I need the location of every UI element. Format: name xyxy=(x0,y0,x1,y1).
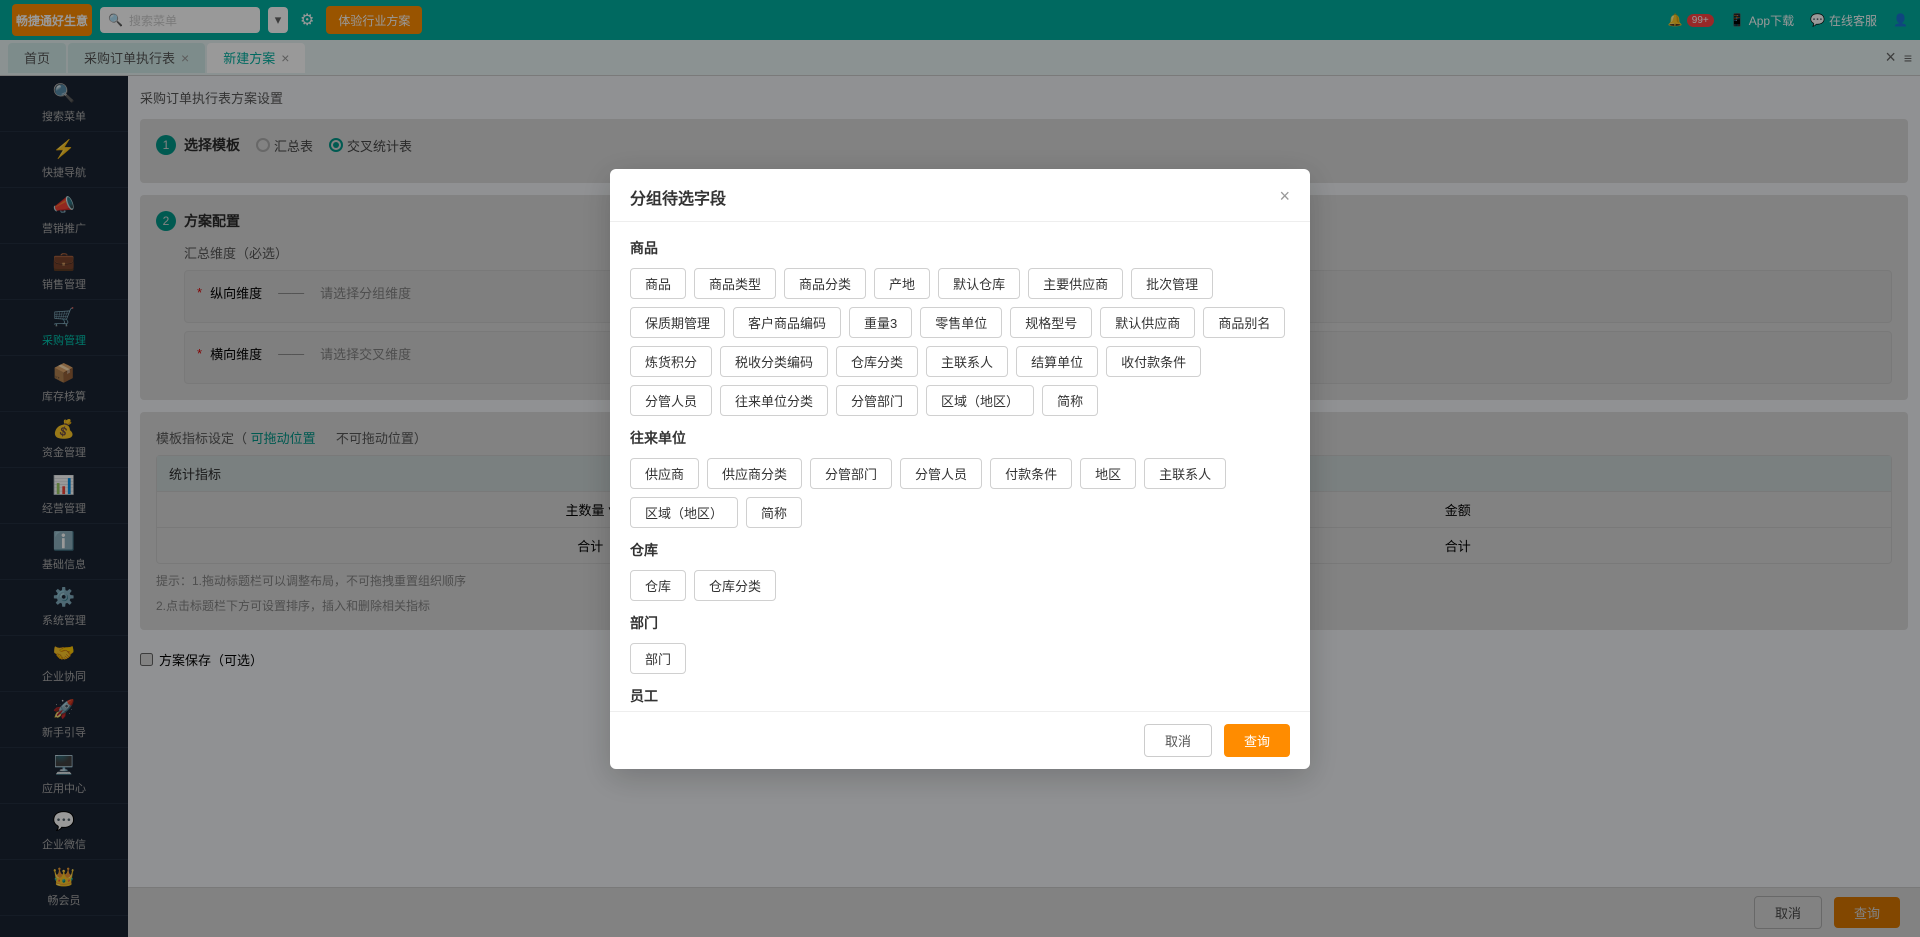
field-tag-retail-unit[interactable]: 零售单位 xyxy=(920,307,1002,338)
section-title-counterpart: 往来单位 xyxy=(630,428,1290,448)
field-select-modal: 分组待选字段 × 商品 商品 商品类型 商品分类 产地 默认仓库 主要供应商 批… xyxy=(610,169,1310,769)
field-tag-customer-code[interactable]: 客户商品编码 xyxy=(733,307,841,338)
goods-fields: 商品 商品类型 商品分类 产地 默认仓库 主要供应商 批次管理 保质期管理 客户… xyxy=(630,268,1290,416)
field-tag-weight[interactable]: 重量3 xyxy=(849,307,912,338)
field-tag-supplier[interactable]: 供应商 xyxy=(630,458,699,489)
section-title-warehouse: 仓库 xyxy=(630,540,1290,560)
field-tag-settlement-unit[interactable]: 结算单位 xyxy=(1016,346,1098,377)
field-tag-supervisor-dept[interactable]: 分管部门 xyxy=(810,458,892,489)
section-title-employee: 员工 xyxy=(630,686,1290,706)
field-tag-dept[interactable]: 分管部门 xyxy=(836,385,918,416)
field-tag-refine-points[interactable]: 炼货积分 xyxy=(630,346,712,377)
field-tag-default-warehouse[interactable]: 默认仓库 xyxy=(938,268,1020,299)
field-tag-origin[interactable]: 产地 xyxy=(874,268,930,299)
field-tag-abbr-goods[interactable]: 简称 xyxy=(1042,385,1098,416)
field-tag-main-supplier[interactable]: 主要供应商 xyxy=(1028,268,1123,299)
field-tag-main-contact2[interactable]: 主联系人 xyxy=(1144,458,1226,489)
field-tag-goods-type[interactable]: 商品类型 xyxy=(694,268,776,299)
field-tag-supervisor-person[interactable]: 分管人员 xyxy=(900,458,982,489)
field-tag-region-goods[interactable]: 区域（地区） xyxy=(926,385,1034,416)
field-tag-default-supplier[interactable]: 默认供应商 xyxy=(1100,307,1195,338)
modal-title: 分组待选字段 xyxy=(630,185,726,209)
field-tag-warehouse-category[interactable]: 仓库分类 xyxy=(836,346,918,377)
field-tag-goods[interactable]: 商品 xyxy=(630,268,686,299)
field-tag-tax-code[interactable]: 税收分类编码 xyxy=(720,346,828,377)
warehouse-fields: 仓库 仓库分类 xyxy=(630,570,1290,601)
field-tag-goods-alias[interactable]: 商品别名 xyxy=(1203,307,1285,338)
field-tag-warehouse-cat[interactable]: 仓库分类 xyxy=(694,570,776,601)
field-tag-counterpart-category[interactable]: 往来单位分类 xyxy=(720,385,828,416)
field-tag-expiry[interactable]: 保质期管理 xyxy=(630,307,725,338)
field-tag-goods-category[interactable]: 商品分类 xyxy=(784,268,866,299)
field-tag-supplier-category[interactable]: 供应商分类 xyxy=(707,458,802,489)
modal-footer: 取消 查询 xyxy=(610,711,1310,769)
field-tag-supervisor[interactable]: 分管人员 xyxy=(630,385,712,416)
section-title-goods: 商品 xyxy=(630,238,1290,258)
field-tag-warehouse[interactable]: 仓库 xyxy=(630,570,686,601)
field-tag-region-counterpart[interactable]: 区域（地区） xyxy=(630,497,738,528)
counterpart-fields: 供应商 供应商分类 分管部门 分管人员 付款条件 地区 主联系人 区域（地区） … xyxy=(630,458,1290,528)
modal-cancel-btn[interactable]: 取消 xyxy=(1144,724,1212,757)
field-tag-payment-terms[interactable]: 收付款条件 xyxy=(1106,346,1201,377)
field-tag-batch[interactable]: 批次管理 xyxy=(1131,268,1213,299)
modal-overlay: 分组待选字段 × 商品 商品 商品类型 商品分类 产地 默认仓库 主要供应商 批… xyxy=(0,0,1920,937)
section-title-dept: 部门 xyxy=(630,613,1290,633)
field-tag-spec[interactable]: 规格型号 xyxy=(1010,307,1092,338)
field-tag-area[interactable]: 地区 xyxy=(1080,458,1136,489)
dept-fields: 部门 xyxy=(630,643,1290,674)
field-tag-main-contact[interactable]: 主联系人 xyxy=(926,346,1008,377)
modal-confirm-btn[interactable]: 查询 xyxy=(1224,724,1290,757)
modal-header: 分组待选字段 × xyxy=(610,169,1310,222)
modal-close-btn[interactable]: × xyxy=(1279,186,1290,207)
field-tag-department[interactable]: 部门 xyxy=(630,643,686,674)
field-tag-abbr-counterpart[interactable]: 简称 xyxy=(746,497,802,528)
field-tag-payment-condition[interactable]: 付款条件 xyxy=(990,458,1072,489)
modal-body: 商品 商品 商品类型 商品分类 产地 默认仓库 主要供应商 批次管理 保质期管理… xyxy=(610,222,1310,711)
